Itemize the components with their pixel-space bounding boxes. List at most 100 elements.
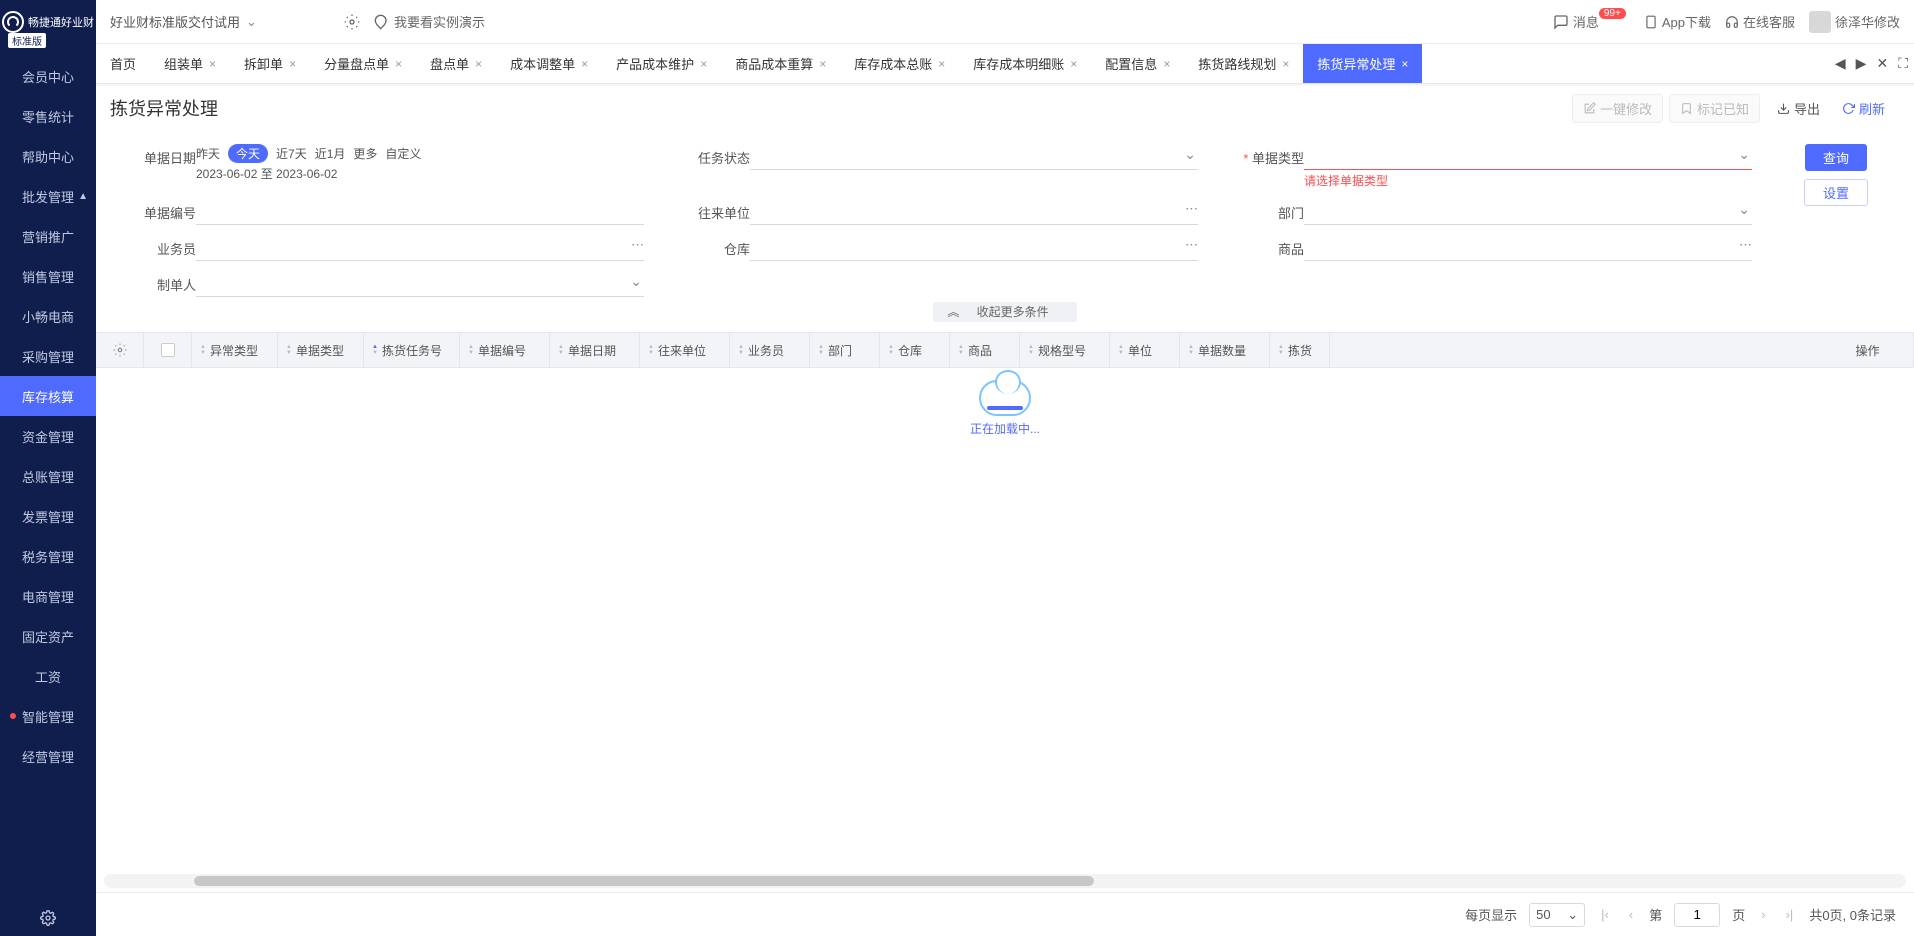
sort-icon[interactable]: ▲▼: [558, 344, 564, 356]
page-number-input[interactable]: [1674, 903, 1720, 927]
column-header-8[interactable]: ▲▼仓库: [880, 333, 950, 367]
tab-12[interactable]: 拣货异常处理×: [1303, 44, 1422, 83]
app-download[interactable]: App下载: [1644, 12, 1711, 31]
sort-icon[interactable]: ▲▼: [888, 344, 894, 356]
column-header-5[interactable]: ▲▼往来单位: [640, 333, 730, 367]
collapse-filters[interactable]: ︽ 收起更多条件: [933, 302, 1076, 322]
settings-gear[interactable]: [0, 900, 96, 936]
tab-11[interactable]: 拣货路线规划×: [1184, 44, 1303, 83]
user-menu[interactable]: 徐泽华修改: [1809, 11, 1900, 33]
tab-close-icon[interactable]: ×: [1070, 57, 1077, 71]
sort-icon[interactable]: ▲▼: [1278, 344, 1284, 356]
export-button[interactable]: 导出: [1766, 94, 1831, 123]
date-last1m[interactable]: 近1月: [315, 145, 346, 162]
date-more[interactable]: 更多: [353, 145, 377, 162]
sidebar-item-12[interactable]: 税务管理: [0, 536, 96, 576]
sort-icon[interactable]: ▲▼: [818, 344, 824, 356]
page-size-select[interactable]: 50⌄: [1529, 903, 1585, 927]
next-page-icon[interactable]: ›: [1757, 907, 1769, 922]
tab-close-icon[interactable]: ×: [700, 57, 707, 71]
last-page-icon[interactable]: ›|: [1782, 907, 1798, 922]
sidebar-item-4[interactable]: 营销推广: [0, 216, 96, 256]
tab-10[interactable]: 配置信息×: [1091, 44, 1184, 83]
sidebar-item-10[interactable]: 总账管理: [0, 456, 96, 496]
sort-icon[interactable]: ▲▼: [372, 344, 378, 356]
sidebar-item-3[interactable]: 批发管理▲: [0, 176, 96, 216]
tab-5[interactable]: 成本调整单×: [496, 44, 602, 83]
dept-select[interactable]: [1304, 199, 1752, 225]
prev-page-icon[interactable]: ‹: [1625, 907, 1637, 922]
tab-8[interactable]: 库存成本总账×: [840, 44, 959, 83]
tab-close-icon[interactable]: ×: [938, 57, 945, 71]
column-header-12[interactable]: ▲▼单据数量: [1180, 333, 1270, 367]
sort-icon[interactable]: ▲▼: [648, 344, 654, 356]
query-button[interactable]: 查询: [1805, 144, 1867, 171]
partner-input[interactable]: [750, 199, 1198, 225]
tabs-next-icon[interactable]: ▶: [1856, 55, 1867, 72]
warehouse-input[interactable]: [750, 235, 1198, 261]
tab-close-icon[interactable]: ×: [475, 57, 482, 71]
sidebar-item-13[interactable]: 电商管理: [0, 576, 96, 616]
tab-3[interactable]: 分量盘点单×: [310, 44, 416, 83]
tab-close-icon[interactable]: ×: [1282, 57, 1289, 71]
tab-4[interactable]: 盘点单×: [416, 44, 496, 83]
column-header-7[interactable]: ▲▼部门: [810, 333, 880, 367]
sort-icon[interactable]: ▲▼: [1118, 344, 1124, 356]
sidebar-item-5[interactable]: 销售管理: [0, 256, 96, 296]
refresh-button[interactable]: 刷新: [1831, 94, 1896, 123]
tab-close-icon[interactable]: ×: [289, 57, 296, 71]
tab-close-icon[interactable]: ×: [395, 57, 402, 71]
sidebar-item-2[interactable]: 帮助中心: [0, 136, 96, 176]
sort-icon[interactable]: ▲▼: [738, 344, 744, 356]
sidebar-item-0[interactable]: 会员中心: [0, 56, 96, 96]
column-header-10[interactable]: ▲▼规格型号: [1020, 333, 1110, 367]
column-header-3[interactable]: ▲▼单据编号: [460, 333, 550, 367]
sidebar-item-11[interactable]: 发票管理: [0, 496, 96, 536]
scrollbar-thumb[interactable]: [194, 876, 1094, 886]
date-last7[interactable]: 近7天: [276, 145, 307, 162]
tab-7[interactable]: 商品成本重算×: [721, 44, 840, 83]
column-header-4[interactable]: ▲▼单据日期: [550, 333, 640, 367]
tab-close-icon[interactable]: ×: [1401, 57, 1408, 71]
doc-no-input[interactable]: [196, 199, 644, 225]
sidebar-item-6[interactable]: 小畅电商: [0, 296, 96, 336]
date-today[interactable]: 今天: [228, 144, 268, 163]
tabs-fullscreen-icon[interactable]: ⛶: [1898, 55, 1908, 72]
sidebar-item-15[interactable]: 工资: [0, 656, 96, 696]
message-button[interactable]: 消息 99+: [1553, 12, 1630, 31]
sidebar-item-7[interactable]: 采购管理: [0, 336, 96, 376]
sort-icon[interactable]: ▲▼: [200, 344, 206, 356]
sidebar-item-16[interactable]: 智能管理: [0, 696, 96, 736]
first-page-icon[interactable]: |‹: [1597, 907, 1613, 922]
sidebar-item-17[interactable]: 经营管理: [0, 736, 96, 776]
date-custom[interactable]: 自定义: [385, 145, 421, 162]
tab-0[interactable]: 首页: [96, 44, 150, 83]
sidebar-item-9[interactable]: 资金管理: [0, 416, 96, 456]
column-header-6[interactable]: ▲▼业务员: [730, 333, 810, 367]
support-button[interactable]: 在线客服: [1725, 12, 1795, 31]
sidebar-item-14[interactable]: 固定资产: [0, 616, 96, 656]
tabs-close-icon[interactable]: ✕: [1876, 55, 1888, 72]
gear-icon[interactable]: [344, 14, 360, 30]
column-header-0[interactable]: ▲▼异常类型: [192, 333, 278, 367]
sort-icon[interactable]: ▲▼: [958, 344, 964, 356]
maker-select[interactable]: [196, 271, 644, 297]
sort-icon[interactable]: ▲▼: [1028, 344, 1034, 356]
sort-icon[interactable]: ▲▼: [286, 344, 292, 356]
demo-link[interactable]: 我要看实例演示: [374, 12, 485, 31]
tabs-prev-icon[interactable]: ◀: [1835, 55, 1846, 72]
column-header-11[interactable]: ▲▼单位: [1110, 333, 1180, 367]
sidebar-item-1[interactable]: 零售统计: [0, 96, 96, 136]
tab-1[interactable]: 组装单×: [150, 44, 230, 83]
sidebar-item-8[interactable]: 库存核算: [0, 376, 96, 416]
tab-9[interactable]: 库存成本明细账×: [959, 44, 1091, 83]
salesman-input[interactable]: [196, 235, 644, 261]
product-input[interactable]: [1304, 235, 1752, 261]
tab-close-icon[interactable]: ×: [1163, 57, 1170, 71]
tab-close-icon[interactable]: ×: [209, 57, 216, 71]
tab-6[interactable]: 产品成本维护×: [602, 44, 721, 83]
product-selector[interactable]: 好业财标准版交付试用 ⌄: [110, 12, 330, 31]
column-header-13[interactable]: ▲▼拣货: [1270, 333, 1330, 367]
column-header-2[interactable]: ▲▼拣货任务号: [364, 333, 460, 367]
tab-close-icon[interactable]: ×: [581, 57, 588, 71]
